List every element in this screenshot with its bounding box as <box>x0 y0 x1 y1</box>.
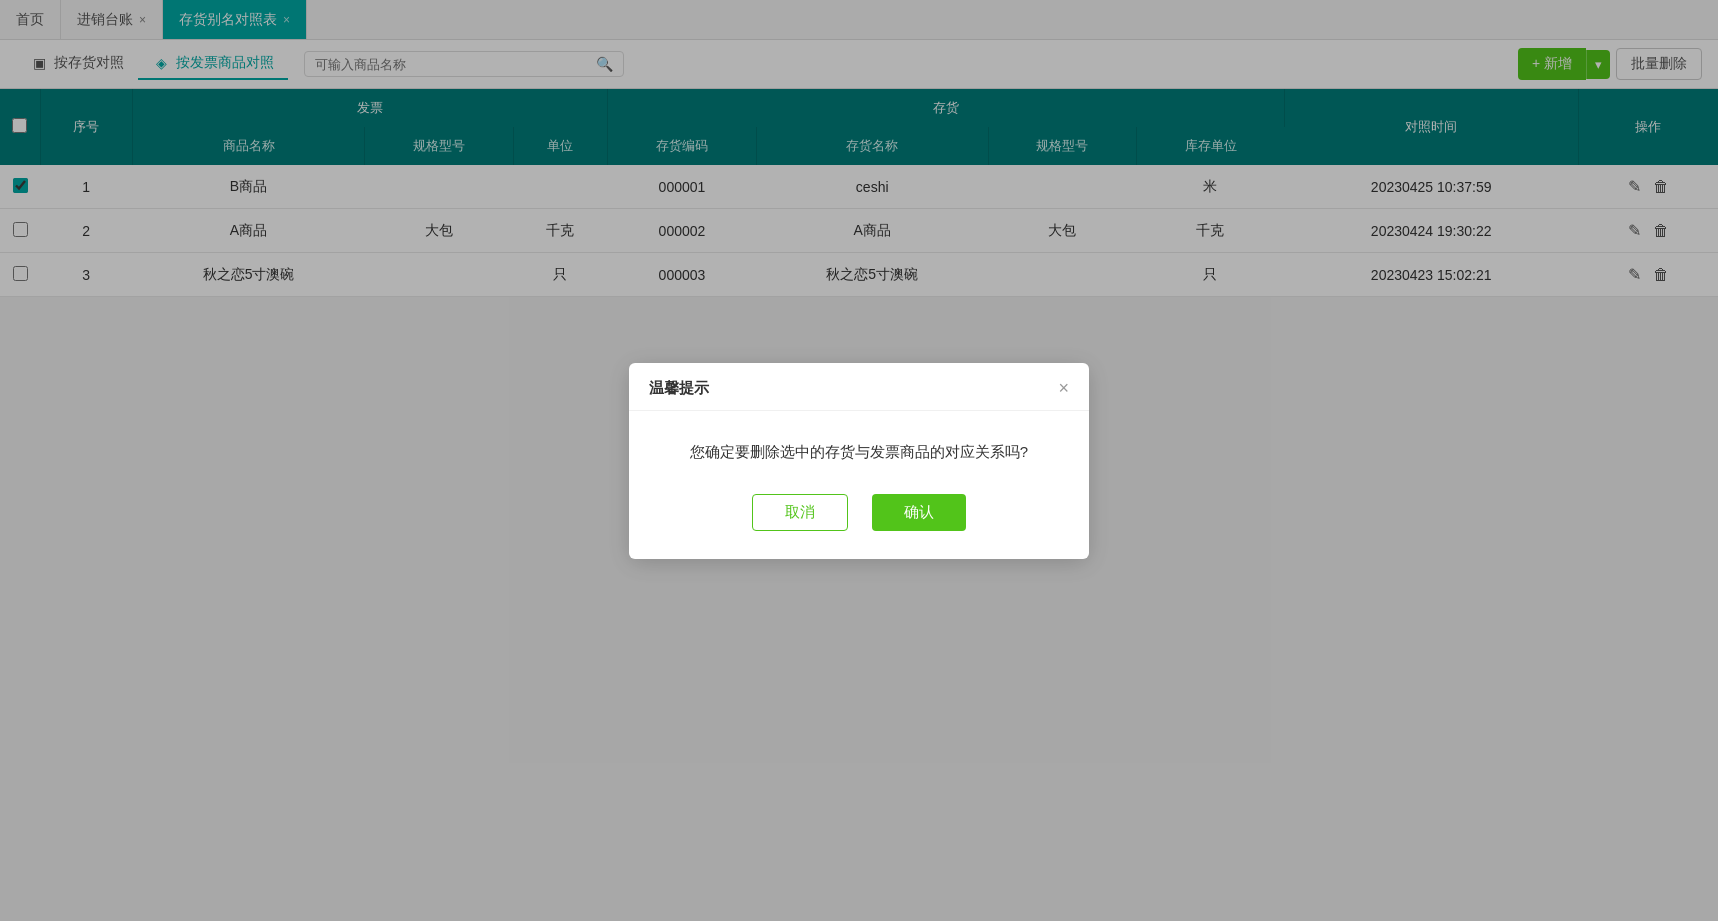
modal-overlay: 温馨提示 × 您确定要删除选中的存货与发票商品的对应关系吗? 取消 确认 <box>0 0 1718 297</box>
